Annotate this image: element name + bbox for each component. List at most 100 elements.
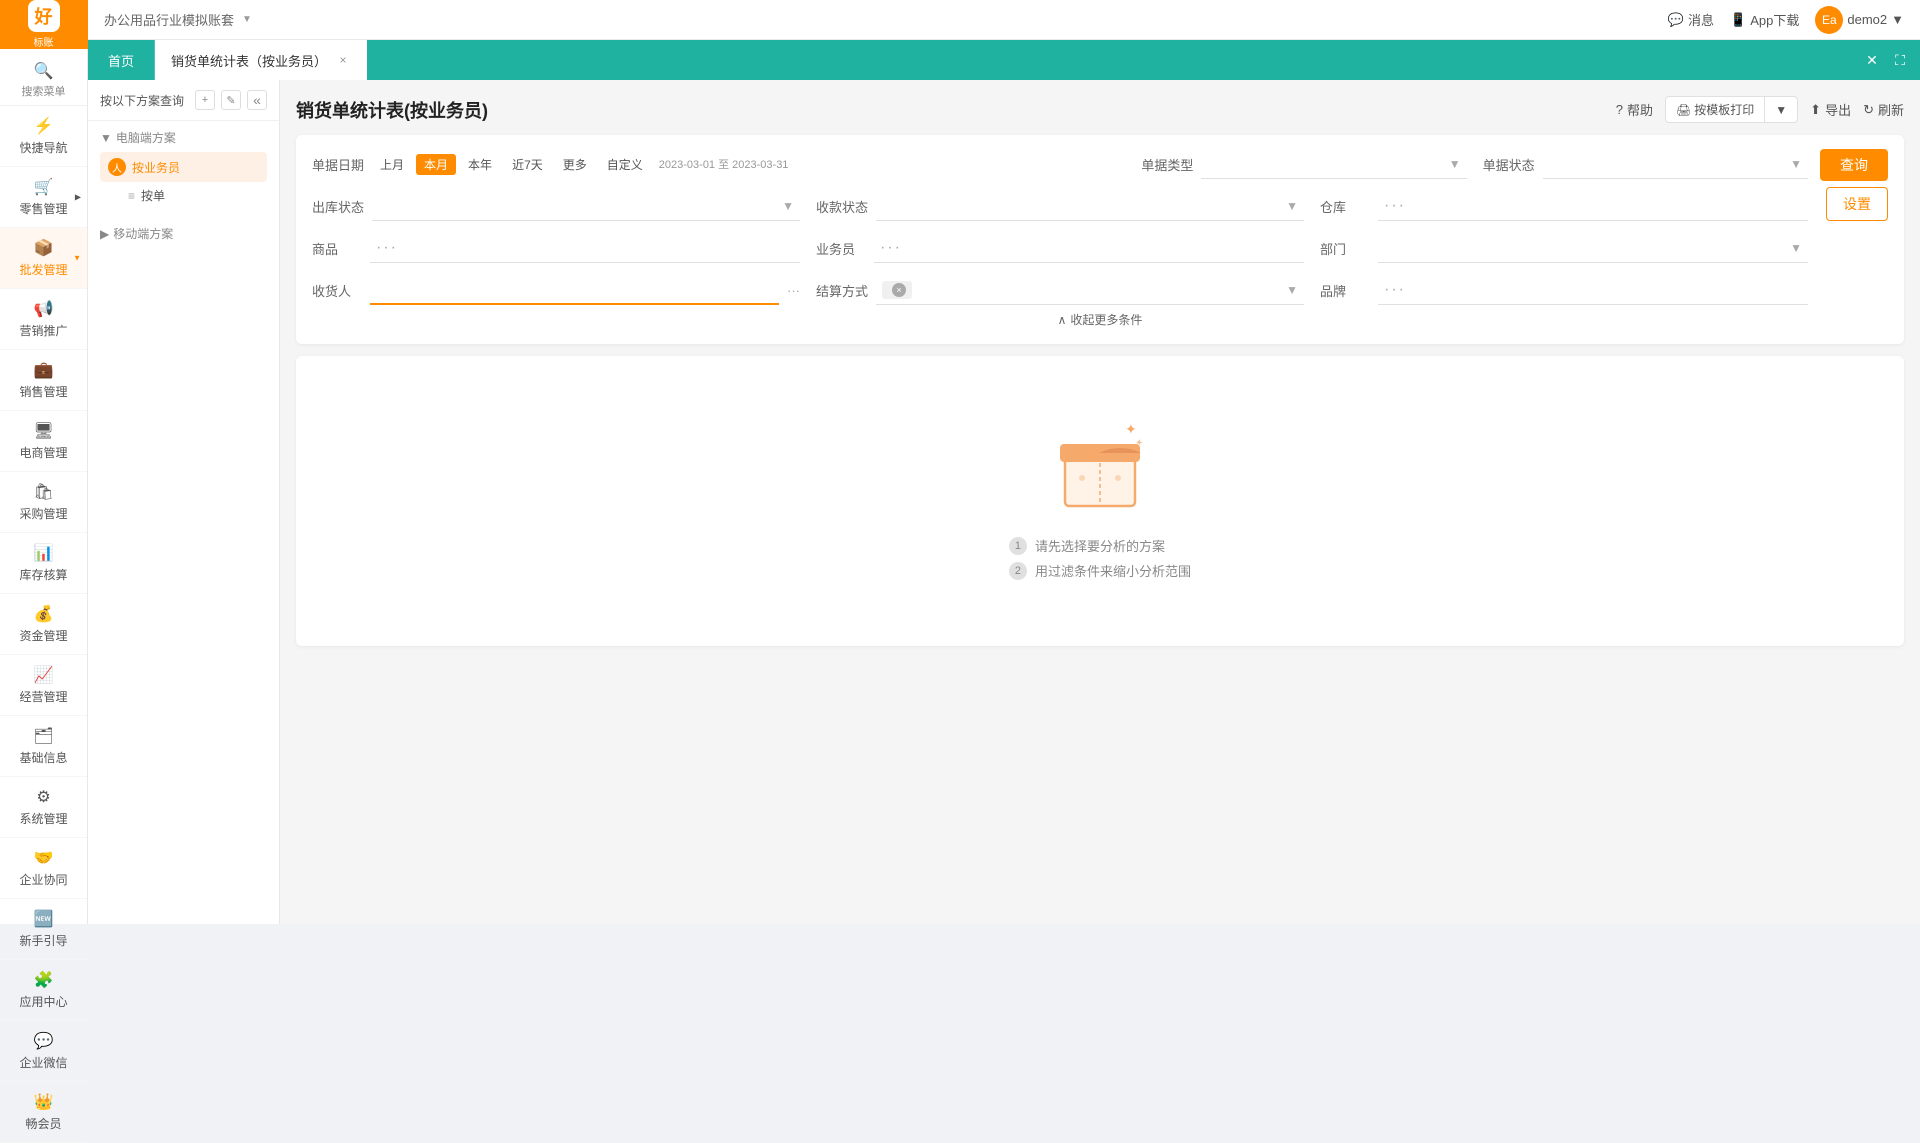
brand-select[interactable]: ··· (1378, 275, 1808, 305)
refresh-btn[interactable]: ↻ 刷新 (1863, 100, 1904, 119)
sidebar-item-purchase[interactable]: 🛍 采购管理 (0, 472, 87, 533)
left-panel-header: 按以下方案查询 + ✎ « (88, 80, 279, 121)
settlement-tag-remove-btn[interactable]: × (892, 283, 906, 297)
date-prev-month-btn[interactable]: 上月 (372, 154, 412, 175)
retail-icon: 🛒 (34, 177, 54, 197)
consignee-filter-item: 收货人 ··· (312, 275, 800, 305)
recv-status-chevron-icon: ▼ (1286, 199, 1298, 213)
sidebar-item-inventory[interactable]: 📊 库存核算 (0, 533, 87, 594)
collapse-bar[interactable]: ∧ 收起更多条件 (312, 305, 1888, 330)
panel-header-icons: + ✎ « (195, 90, 267, 110)
doc-type-select[interactable]: ▼ (1201, 149, 1466, 179)
user-name: demo2 (1847, 12, 1887, 27)
user-menu[interactable]: Ea demo2 ▼ (1815, 6, 1904, 34)
recv-status-select[interactable]: ▼ (876, 191, 1304, 221)
recv-status-label: 收款状态 (816, 197, 868, 216)
sidebar-item-operation[interactable]: 📈 经营管理 (0, 655, 87, 716)
scheme-by-salesperson[interactable]: 人 按业务员 (100, 152, 267, 182)
date-custom-btn[interactable]: 自定义 (599, 154, 651, 175)
query-btn[interactable]: 查询 (1820, 149, 1888, 181)
consignee-input[interactable] (370, 275, 779, 305)
tabbar-close-btn[interactable]: ✕ (1860, 48, 1884, 72)
dept-select[interactable]: ▼ (1378, 233, 1808, 263)
finance-icon: 💰 (34, 604, 54, 624)
date-cur-year-btn[interactable]: 本年 (460, 154, 500, 175)
enterprise-icon: 🤝 (34, 848, 54, 868)
app-download-label: App下载 (1750, 10, 1799, 29)
topbar-right: 💬 消息 📱 App下载 Ea demo2 ▼ (1668, 6, 1904, 34)
filter-row-3: 商品 ··· 业务员 ··· (312, 233, 1808, 263)
export-btn[interactable]: ⬆ 导出 (1810, 100, 1851, 119)
app-download-btn[interactable]: 📱 App下载 (1730, 10, 1799, 29)
tab-close-btn[interactable]: × (335, 52, 351, 68)
sidebar-logo[interactable]: 好 标账 (0, 0, 88, 49)
goods-select[interactable]: ··· (370, 233, 800, 263)
retail-arrow-icon: ▶ (75, 193, 81, 202)
print-btn[interactable]: 🖨 按模板打印 (1666, 97, 1765, 122)
sidebar-item-basic[interactable]: 🗂 基础信息 (0, 716, 87, 777)
sidebar-item-quick-nav[interactable]: ⚡ 快捷导航 (0, 106, 87, 167)
out-status-select[interactable]: ▼ (372, 191, 800, 221)
date-last7-btn[interactable]: 近7天 (504, 154, 551, 175)
sidebar-item-marketing[interactable]: 📢 营销推广 (0, 289, 87, 350)
print-dropdown-btn[interactable]: ▼ (1765, 99, 1797, 121)
sidebar-item-sales[interactable]: 💼 销售管理 (0, 350, 87, 411)
tabbar: 首页 销货单统计表（按业务员） × ✕ ⛶ (88, 40, 1920, 80)
sidebar-item-system[interactable]: ⚙ 系统管理 (0, 777, 87, 838)
brand-label: 品牌 (1320, 281, 1370, 300)
tabbar-expand-btn[interactable]: ⛶ (1888, 48, 1912, 72)
download-icon: 📱 (1730, 12, 1746, 28)
message-btn[interactable]: 💬 消息 (1668, 10, 1714, 29)
help-icon: ? (1616, 102, 1623, 117)
sidebar-item-finance[interactable]: 💰 资金管理 (0, 594, 87, 655)
goods-dots: ··· (376, 239, 398, 257)
help-btn[interactable]: ? 帮助 (1616, 100, 1653, 119)
settlement-select[interactable]: × ▼ (876, 275, 1304, 305)
sidebar-item-enterprise[interactable]: 🤝 企业协同 (0, 838, 87, 899)
filter-grid: 单据日期 上月 本月 本年 近7天 更多 自定义 2023-03-01 至 20… (312, 149, 1808, 305)
system-icon: ⚙ (36, 787, 50, 807)
panel-header-label: 按以下方案查询 (100, 92, 184, 109)
sidebar-item-retail[interactable]: 🛒 零售管理 ▶ (0, 167, 87, 228)
sidebar-item-member[interactable]: 👑 畅会员 (0, 1082, 87, 1143)
warehouse-filter-item: 仓库 ··· (1320, 191, 1808, 221)
svg-text:✦: ✦ (1135, 438, 1143, 449)
active-tab-label: 销货单统计表（按业务员） (171, 51, 327, 70)
salesperson-select[interactable]: ··· (874, 233, 1304, 263)
tab-active[interactable]: 销货单统计表（按业务员） × (155, 40, 367, 80)
sidebar-item-wholesale[interactable]: 📦 批发管理 ▼ (0, 228, 87, 289)
collapse-panel-btn[interactable]: « (247, 90, 267, 110)
sub-scheme-by-order[interactable]: ≡ 按单 (100, 182, 267, 209)
edit-scheme-btn[interactable]: ✎ (221, 90, 241, 110)
date-cur-month-btn[interactable]: 本月 (416, 154, 456, 175)
sidebar-item-newbie[interactable]: 🆕 新手引导 (0, 899, 87, 960)
filter-card: 单据日期 上月 本月 本年 近7天 更多 自定义 2023-03-01 至 20… (296, 135, 1904, 344)
sidebar-item-ecommerce[interactable]: 🖥 电商管理 (0, 411, 87, 472)
sidebar-search-section[interactable]: 🔍 搜索菜单 (0, 49, 87, 106)
empty-icon: ✦ ✦ (1040, 416, 1160, 516)
empty-hint-1: 1 请先选择要分析的方案 (1009, 536, 1191, 555)
sidebar-item-appcenter[interactable]: 🧩 应用中心 (0, 960, 87, 1021)
add-scheme-btn[interactable]: + (195, 90, 215, 110)
warehouse-select[interactable]: ··· (1378, 191, 1808, 221)
settings-btn[interactable]: 设置 (1826, 187, 1888, 221)
date-more-btn[interactable]: 更多 (555, 154, 595, 175)
desktop-group-title[interactable]: ▼ 电脑端方案 (100, 129, 267, 146)
dept-filter-item: 部门 ▼ (1320, 233, 1808, 263)
sidebar-item-wechat[interactable]: 💬 企业微信 (0, 1021, 87, 1082)
svg-text:✦: ✦ (1125, 421, 1137, 437)
doc-status-select[interactable]: ▼ (1543, 149, 1808, 179)
doc-status-label: 单据状态 (1483, 155, 1535, 174)
consignee-dots[interactable]: ··· (787, 283, 800, 298)
scheme-active-icon: 人 (108, 158, 126, 176)
topbar-left: 办公用品行业模拟账套 ▼ (104, 10, 252, 29)
newbie-icon: 🆕 (34, 909, 54, 929)
print-icon: 🖨 (1676, 103, 1691, 117)
mobile-group-label: 移动端方案 (113, 225, 173, 242)
collapse-icon: « (253, 92, 261, 108)
mobile-group-title[interactable]: ▶ 移动端方案 (100, 221, 267, 246)
hint-text-1: 请先选择要分析的方案 (1035, 536, 1165, 555)
tab-home[interactable]: 首页 (88, 40, 155, 80)
operation-icon: 📈 (34, 665, 54, 685)
app-dropdown-icon[interactable]: ▼ (242, 14, 252, 25)
